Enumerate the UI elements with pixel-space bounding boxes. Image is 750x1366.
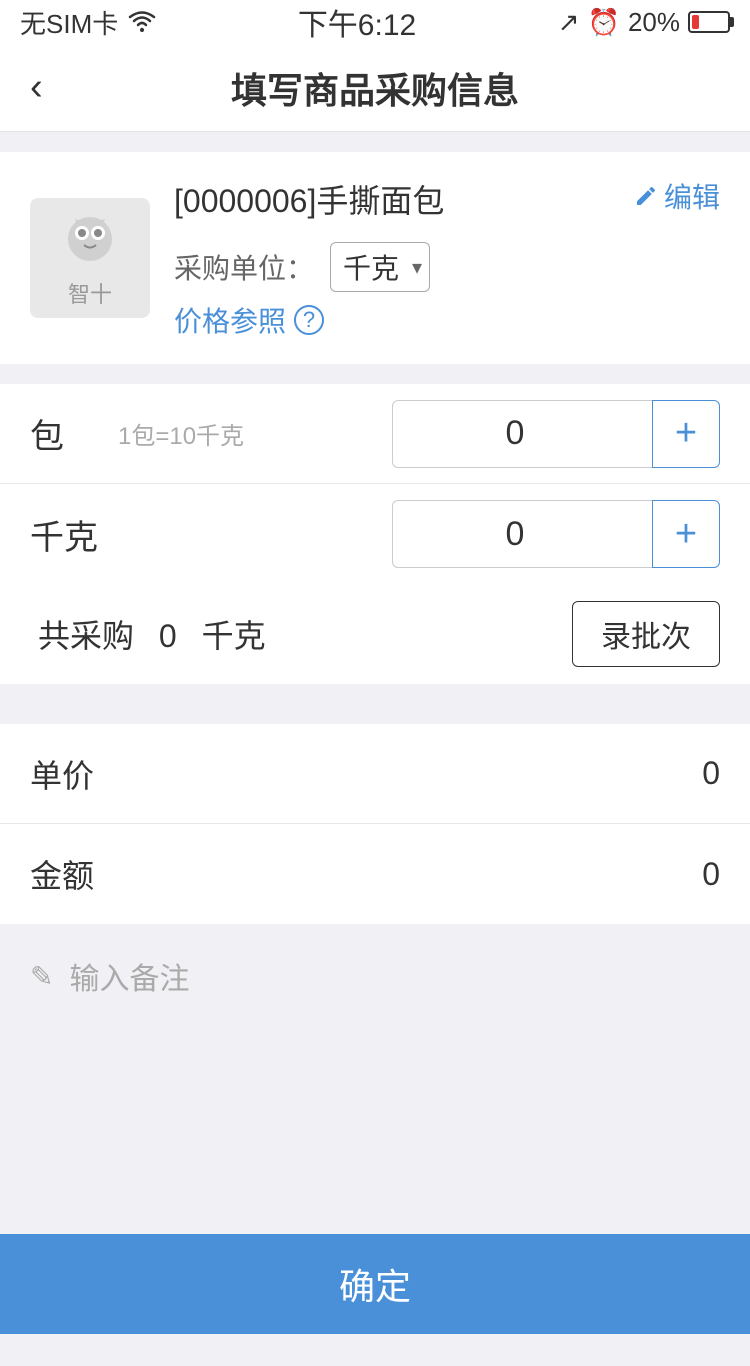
status-bar: 无SIM卡 下午6:12 ↗ ⏰ 20% <box>0 0 750 44</box>
kg-label: 千克 <box>30 510 110 559</box>
pencil-icon: ✎ <box>30 960 53 993</box>
quantity-section: 包 1包=10千克 + 千克 + <box>0 384 750 584</box>
edit-button[interactable]: 编辑 <box>634 176 720 216</box>
location-icon: ↗ <box>558 7 580 38</box>
amount-value: 0 <box>702 856 720 893</box>
logo-text: 智十 <box>68 277 112 309</box>
confirm-label: 确定 <box>339 1258 411 1310</box>
alarm-icon: ⏰ <box>588 7 620 38</box>
bag-row: 包 1包=10千克 + <box>0 384 750 484</box>
help-icon: ? <box>294 305 324 335</box>
product-card: 智十 [0000006]手撕面包 采购单位： 千克 ▾ 价格参照 ? 编辑 <box>0 152 750 364</box>
bag-label: 包 <box>30 409 110 458</box>
kg-row: 千克 + <box>0 484 750 584</box>
section-divider-2 <box>0 684 750 704</box>
unit-selector[interactable]: 千克 ▾ <box>330 242 430 292</box>
remark-section[interactable]: ✎ 输入备注 <box>0 926 750 1026</box>
bag-input-group: + <box>392 400 720 468</box>
dropdown-arrow-icon: ▾ <box>412 255 422 280</box>
remark-input[interactable]: 输入备注 <box>69 954 189 998</box>
unit-price-row: 单价 0 <box>0 724 750 824</box>
kg-plus-button[interactable]: + <box>652 500 720 568</box>
nav-bar: ‹ 填写商品采购信息 <box>0 44 750 132</box>
price-reference-button[interactable]: 价格参照 ? <box>174 300 720 340</box>
battery-icon <box>688 11 730 33</box>
bag-plus-button[interactable]: + <box>652 400 720 468</box>
page-title: 填写商品采购信息 <box>231 62 519 114</box>
edit-icon <box>634 184 658 208</box>
section-divider-1 <box>0 364 750 384</box>
summary-row: 共采购 0 千克 录批次 <box>0 584 750 684</box>
total-quantity-text: 共采购 0 千克 <box>30 611 274 657</box>
kg-quantity-input[interactable] <box>392 500 652 568</box>
wifi-icon <box>128 11 156 33</box>
status-time: 下午6:12 <box>298 0 416 44</box>
status-left: 无SIM卡 <box>20 4 156 41</box>
product-logo <box>60 207 120 275</box>
unit-label: 采购单位： <box>174 247 314 287</box>
status-right: ↗ ⏰ 20% <box>558 7 730 38</box>
unit-price-label: 单价 <box>30 751 94 797</box>
amount-row: 金额 0 <box>0 824 750 924</box>
bag-sub-label: 1包=10千克 <box>118 416 244 451</box>
kg-input-group: + <box>392 500 720 568</box>
confirm-button[interactable]: 确定 <box>0 1234 750 1334</box>
bag-quantity-input[interactable] <box>392 400 652 468</box>
back-button[interactable]: ‹ <box>30 66 43 109</box>
amount-label: 金额 <box>30 851 94 897</box>
battery-percent: 20% <box>628 7 680 38</box>
product-image: 智十 <box>30 198 150 318</box>
carrier-label: 无SIM卡 <box>20 4 118 41</box>
record-batch-button[interactable]: 录批次 <box>572 601 720 667</box>
unit-price-value: 0 <box>702 755 720 792</box>
price-section: 单价 0 金额 0 <box>0 724 750 924</box>
